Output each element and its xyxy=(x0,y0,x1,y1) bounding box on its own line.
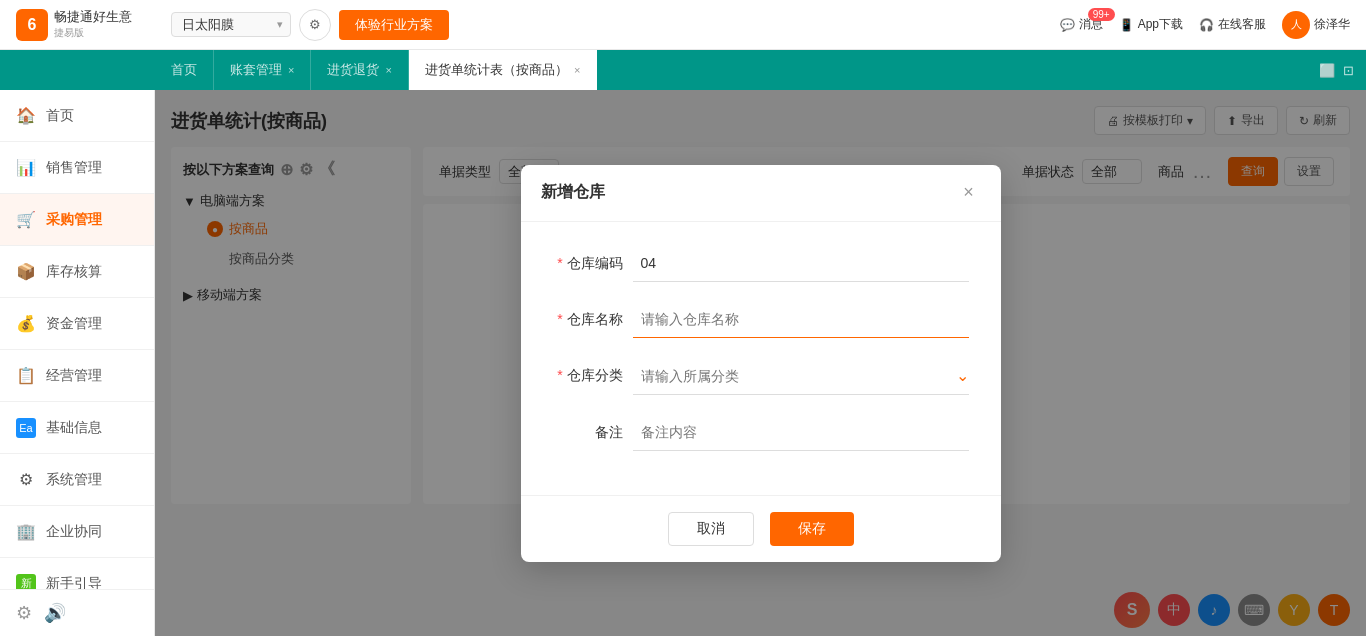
operation-icon: 📋 xyxy=(16,366,36,386)
app-download-label: App下载 xyxy=(1138,16,1183,33)
message-badge: 99+ xyxy=(1088,8,1115,21)
form-row-name: 仓库名称 xyxy=(553,302,969,338)
code-input[interactable] xyxy=(633,246,969,282)
sidebar-system-label: 系统管理 xyxy=(46,471,102,489)
sidebar-inventory-label: 库存核算 xyxy=(46,263,102,281)
tab-purchase-return-label: 进货退货 xyxy=(327,61,379,79)
sidebar-item-basic[interactable]: Ea 基础信息 xyxy=(0,402,154,454)
header-search-area: 日太阳膜 ⚙ 体验行业方案 xyxy=(171,9,1060,41)
app-name: 畅捷通好生意 xyxy=(54,9,132,26)
tab-account-label: 账套管理 xyxy=(230,61,282,79)
header-right: 💬 消息 99+ 📱 App下载 🎧 在线客服 人 徐泽华 xyxy=(1060,11,1350,39)
sidebar-enterprise-label: 企业协同 xyxy=(46,523,102,541)
finance-icon: 💰 xyxy=(16,314,36,334)
code-label: 仓库编码 xyxy=(553,255,633,273)
warehouse-search-select[interactable]: 日太阳膜 xyxy=(171,12,291,37)
sidebar-item-enterprise[interactable]: 🏢 企业协同 xyxy=(0,506,154,558)
sidebar-item-operation[interactable]: 📋 经营管理 xyxy=(0,350,154,402)
category-dropdown-icon[interactable]: ⌄ xyxy=(956,366,969,385)
sidebar-basic-label: 基础信息 xyxy=(46,419,102,437)
settings-button[interactable]: ⚙ xyxy=(299,9,331,41)
sidebar-bottom: ⚙ 🔊 xyxy=(0,589,155,636)
sidebar: 🏠 首页 📊 销售管理 🛒 采购管理 📦 库存核算 💰 资金管理 📋 经营管理 … xyxy=(0,90,155,636)
logo-area: 6 畅捷通好生意 捷易版 xyxy=(16,9,171,41)
sidebar-operation-label: 经营管理 xyxy=(46,367,102,385)
sidebar-sales-label: 销售管理 xyxy=(46,159,102,177)
category-select-wrap: ⌄ xyxy=(633,358,969,395)
save-button[interactable]: 保存 xyxy=(770,512,854,546)
tab-purchase-return-close[interactable]: × xyxy=(385,64,391,76)
sidebar-item-inventory[interactable]: 📦 库存核算 xyxy=(0,246,154,298)
modal-header: 新增仓库 × xyxy=(521,165,1001,222)
sidebar-item-system[interactable]: ⚙ 系统管理 xyxy=(0,454,154,506)
sidebar-finance-label: 资金管理 xyxy=(46,315,102,333)
category-input[interactable] xyxy=(633,358,956,394)
sidebar-item-home[interactable]: 🏠 首页 xyxy=(0,90,154,142)
sidebar-settings-icon[interactable]: ⚙ xyxy=(16,602,32,624)
app-download-button[interactable]: 📱 App下载 xyxy=(1119,16,1183,33)
remark-input[interactable] xyxy=(633,415,969,451)
content-area: 进货单统计(按商品) 🖨 按模板打印 ▾ ⬆ 导出 ↻ 刷新 xyxy=(155,90,1366,636)
tab-home-label: 首页 xyxy=(171,61,197,79)
tab-minimize-icon[interactable]: ⬜ xyxy=(1319,63,1335,78)
trial-industry-button[interactable]: 体验行业方案 xyxy=(339,10,449,40)
name-input[interactable] xyxy=(633,302,969,338)
tab-purchase-return[interactable]: 进货退货 × xyxy=(311,50,408,90)
new-warehouse-modal: 新增仓库 × 仓库编码 仓库名称 仓库分类 xyxy=(521,165,1001,562)
tab-bar: 首页 账套管理 × 进货退货 × 进货单统计表（按商品） × ⬜ ⊡ xyxy=(0,50,1366,90)
search-select-wrap[interactable]: 日太阳膜 xyxy=(171,12,291,37)
purchase-icon: 🛒 xyxy=(16,210,36,230)
modal-footer: 取消 保存 xyxy=(521,495,1001,562)
tab-purchase-stats-close[interactable]: × xyxy=(574,64,580,76)
top-header: 6 畅捷通好生意 捷易版 日太阳膜 ⚙ 体验行业方案 💬 消息 99+ 📱 Ap… xyxy=(0,0,1366,50)
sidebar-item-finance[interactable]: 💰 资金管理 xyxy=(0,298,154,350)
inventory-icon: 📦 xyxy=(16,262,36,282)
enterprise-icon: 🏢 xyxy=(16,522,36,542)
name-label: 仓库名称 xyxy=(553,311,633,329)
main-layout: 🏠 首页 📊 销售管理 🛒 采购管理 📦 库存核算 💰 资金管理 📋 经营管理 … xyxy=(0,90,1366,636)
sidebar-purchase-label: 采购管理 xyxy=(46,211,102,229)
sidebar-volume-icon[interactable]: 🔊 xyxy=(44,602,66,624)
cancel-button[interactable]: 取消 xyxy=(668,512,754,546)
tab-purchase-stats[interactable]: 进货单统计表（按商品） × xyxy=(409,50,597,90)
tab-home[interactable]: 首页 xyxy=(155,50,214,90)
form-row-category: 仓库分类 ⌄ xyxy=(553,358,969,395)
username: 徐泽华 xyxy=(1314,16,1350,33)
sidebar-home-label: 首页 xyxy=(46,107,74,125)
tab-account-close[interactable]: × xyxy=(288,64,294,76)
modal-overlay: 新增仓库 × 仓库编码 仓库名称 仓库分类 xyxy=(155,90,1366,636)
tab-maximize-icon[interactable]: ⊡ xyxy=(1343,63,1354,78)
user-avatar: 人 xyxy=(1282,11,1310,39)
app-edition: 捷易版 xyxy=(54,26,132,40)
modal-body: 仓库编码 仓库名称 仓库分类 ⌄ xyxy=(521,222,1001,495)
tab-purchase-stats-label: 进货单统计表（按商品） xyxy=(425,61,568,79)
user-menu[interactable]: 人 徐泽华 xyxy=(1282,11,1350,39)
home-icon: 🏠 xyxy=(16,106,36,126)
basic-icon: Ea xyxy=(16,418,36,438)
remark-label: 备注 xyxy=(553,424,633,442)
message-button[interactable]: 💬 消息 99+ xyxy=(1060,16,1103,33)
app-logo-icon: 6 xyxy=(16,9,48,41)
tab-account-management[interactable]: 账套管理 × xyxy=(214,50,311,90)
form-row-code: 仓库编码 xyxy=(553,246,969,282)
tab-controls: ⬜ ⊡ xyxy=(1319,63,1366,78)
sidebar-item-sales[interactable]: 📊 销售管理 xyxy=(0,142,154,194)
online-service-button[interactable]: 🎧 在线客服 xyxy=(1199,16,1266,33)
modal-title: 新增仓库 xyxy=(541,182,605,203)
form-row-remark: 备注 xyxy=(553,415,969,451)
header-action-icons: ⚙ xyxy=(299,9,331,41)
message-icon: 💬 xyxy=(1060,18,1075,32)
mobile-icon: 📱 xyxy=(1119,18,1134,32)
headset-icon: 🎧 xyxy=(1199,18,1214,32)
system-icon: ⚙ xyxy=(16,470,36,490)
category-label: 仓库分类 xyxy=(553,367,633,385)
online-service-label: 在线客服 xyxy=(1218,16,1266,33)
sidebar-item-purchase[interactable]: 🛒 采购管理 xyxy=(0,194,154,246)
sales-icon: 📊 xyxy=(16,158,36,178)
modal-close-button[interactable]: × xyxy=(957,181,981,205)
